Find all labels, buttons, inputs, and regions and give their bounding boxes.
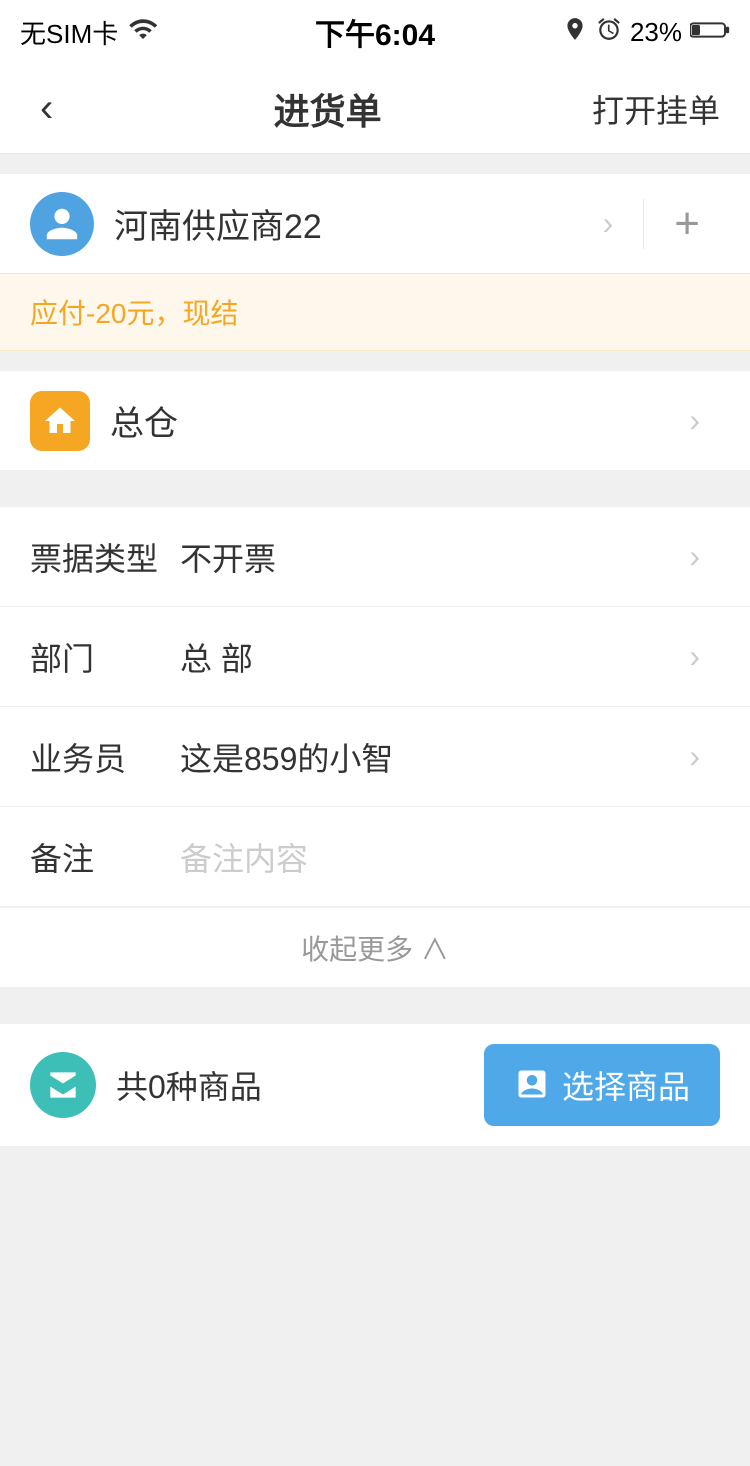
battery-label: 23% bbox=[630, 17, 682, 48]
department-chevron-icon: › bbox=[689, 638, 700, 675]
battery-icon bbox=[690, 17, 730, 48]
status-time: 下午6:04 bbox=[315, 10, 435, 54]
product-bar: 共0种商品 选择商品 bbox=[0, 1023, 750, 1146]
notice-text: 应付-20元，现结 bbox=[30, 298, 238, 329]
nav-bar: ‹ 进货单 打开挂单 bbox=[0, 64, 750, 154]
invoice-label: 票据类型 bbox=[30, 534, 180, 580]
section-gap-1 bbox=[0, 154, 750, 174]
location-icon bbox=[562, 16, 588, 49]
gray-area bbox=[0, 1146, 750, 1466]
remark-label: 备注 bbox=[30, 834, 180, 880]
product-icon bbox=[30, 1052, 96, 1118]
supplier-chevron-icon: › bbox=[603, 205, 614, 242]
warehouse-chevron-icon: › bbox=[689, 402, 700, 439]
wifi-icon bbox=[128, 14, 158, 51]
notice-bar: 应付-20元，现结 bbox=[0, 274, 750, 351]
section-gap-2 bbox=[0, 351, 750, 371]
supplier-section: 河南供应商22 › + bbox=[0, 174, 750, 274]
collapse-label: 收起更多 ∧ bbox=[301, 928, 449, 968]
warehouse-icon bbox=[30, 391, 90, 451]
status-left: 无SIM卡 bbox=[20, 14, 158, 51]
department-label: 部门 bbox=[30, 634, 180, 680]
salesman-row[interactable]: 业务员 这是859的小智 › bbox=[0, 707, 750, 807]
status-right: 23% bbox=[562, 16, 730, 49]
add-supplier-button[interactable]: + bbox=[654, 199, 720, 249]
remark-input[interactable]: 备注内容 bbox=[180, 834, 720, 880]
form-section: 票据类型 不开票 › 部门 总 部 › 业务员 这是859的小智 › 备注 备注… bbox=[0, 507, 750, 987]
supplier-name[interactable]: 河南供应商22 bbox=[114, 199, 603, 248]
page-title: 进货单 bbox=[274, 83, 382, 135]
department-row[interactable]: 部门 总 部 › bbox=[0, 607, 750, 707]
warehouse-section[interactable]: 总仓 › bbox=[0, 371, 750, 471]
alarm-icon bbox=[596, 16, 622, 49]
collapse-button[interactable]: 收起更多 ∧ bbox=[0, 907, 750, 987]
salesman-value: 这是859的小智 bbox=[180, 734, 689, 780]
remark-row[interactable]: 备注 备注内容 bbox=[0, 807, 750, 907]
supplier-avatar bbox=[30, 192, 94, 256]
product-count: 共0种商品 bbox=[116, 1062, 484, 1108]
select-product-button[interactable]: 选择商品 bbox=[484, 1044, 720, 1126]
salesman-chevron-icon: › bbox=[689, 738, 700, 775]
select-product-icon bbox=[514, 1066, 550, 1105]
supplier-divider bbox=[643, 199, 644, 249]
invoice-value: 不开票 bbox=[180, 534, 689, 580]
section-gap-4 bbox=[0, 987, 750, 1007]
select-product-label: 选择商品 bbox=[562, 1062, 690, 1108]
open-pending-button[interactable]: 打开挂单 bbox=[592, 86, 720, 132]
section-gap-3 bbox=[0, 471, 750, 491]
warehouse-name: 总仓 bbox=[110, 396, 689, 445]
salesman-label: 业务员 bbox=[30, 734, 180, 780]
invoice-row[interactable]: 票据类型 不开票 › bbox=[0, 507, 750, 607]
status-bar: 无SIM卡 下午6:04 23% bbox=[0, 0, 750, 64]
carrier-label: 无SIM卡 bbox=[20, 14, 118, 51]
invoice-chevron-icon: › bbox=[689, 538, 700, 575]
back-button[interactable]: ‹ bbox=[30, 76, 63, 141]
department-value: 总 部 bbox=[180, 634, 689, 680]
